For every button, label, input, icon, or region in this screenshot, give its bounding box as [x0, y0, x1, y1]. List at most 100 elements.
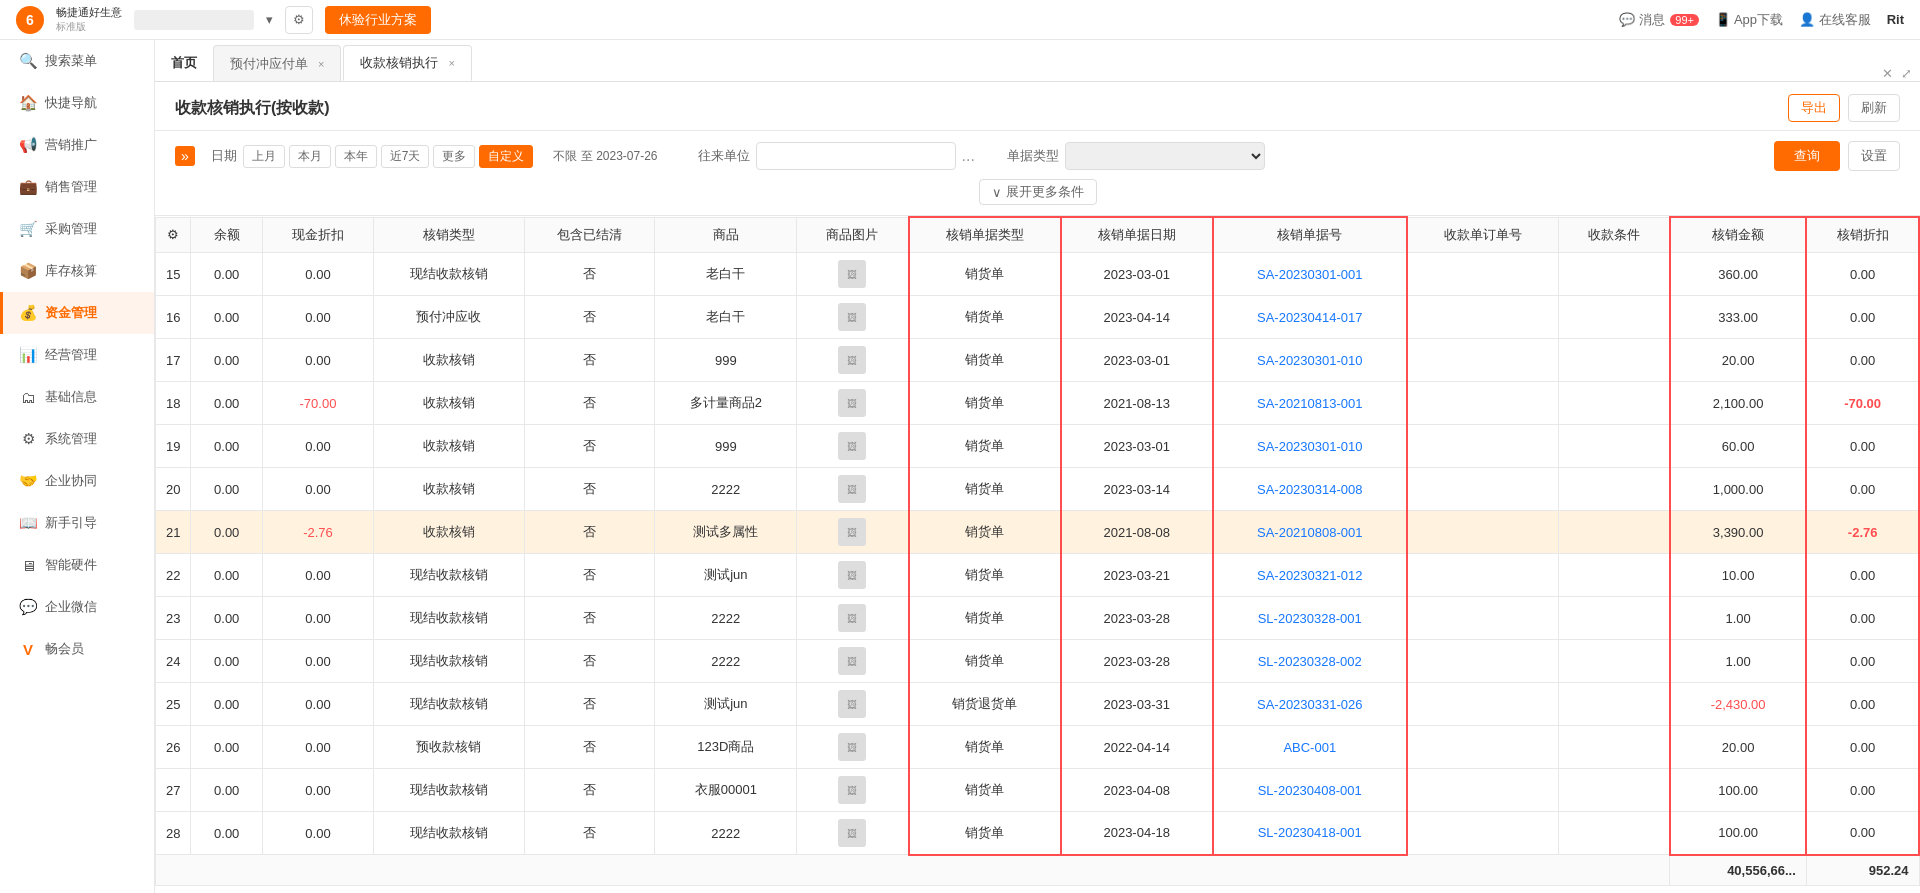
cell-bill-no[interactable]: SA-20230331-026: [1213, 683, 1407, 726]
bill-no-link[interactable]: SA-20230331-026: [1257, 697, 1363, 712]
table-row: 22 0.00 0.00 现结收款核销 否 测试jun 🖼 销货单 2023-0…: [156, 554, 1920, 597]
cell-bill-no[interactable]: SA-20230301-010: [1213, 425, 1407, 468]
expand-more-label: 展开更多条件: [1006, 183, 1084, 201]
sidebar-item-purchase[interactable]: 🛒 采购管理: [0, 208, 154, 250]
expand-more-button[interactable]: ∨ 展开更多条件: [979, 179, 1097, 205]
bill-no-link[interactable]: SA-20230301-001: [1257, 267, 1363, 282]
table-row: 15 0.00 0.00 现结收款核销 否 老白干 🖼 销货单 2023-03-…: [156, 253, 1920, 296]
tab-collection-label: 收款核销执行: [360, 54, 438, 72]
sidebar-item-wechat[interactable]: 💬 企业微信: [0, 586, 154, 628]
bill-no-link[interactable]: SA-20230321-012: [1257, 568, 1363, 583]
product-img: 🖼: [838, 303, 866, 331]
cell-bill-no[interactable]: SL-20230328-002: [1213, 640, 1407, 683]
export-button[interactable]: 导出: [1788, 94, 1840, 122]
tab-collection[interactable]: 收款核销执行 ×: [343, 45, 471, 81]
bill-no-link[interactable]: SA-20230301-010: [1257, 353, 1363, 368]
page-actions: 导出 刷新: [1788, 94, 1900, 122]
bill-no-link[interactable]: ABC-001: [1283, 740, 1336, 755]
tab-expand[interactable]: ⤢: [1901, 66, 1912, 81]
date-custom[interactable]: 自定义: [479, 145, 533, 168]
bill-no-link[interactable]: SL-20230418-001: [1258, 825, 1362, 840]
sidebar-item-enterprise[interactable]: 🤝 企业协同: [0, 460, 154, 502]
sidebar-item-marketing[interactable]: 📢 营销推广: [0, 124, 154, 166]
th-bill-category: 核销单据类型: [909, 217, 1061, 253]
bill-type-label: 单据类型: [1007, 147, 1059, 165]
sidebar-label-basic: 基础信息: [45, 388, 97, 406]
cell-bill-no[interactable]: SA-20230314-008: [1213, 468, 1407, 511]
gear-button[interactable]: ⚙: [285, 6, 313, 34]
sidebar-item-member[interactable]: V 畅会员: [0, 628, 154, 670]
table-row: 27 0.00 0.00 现结收款核销 否 衣服00001 🖼 销货单 2023…: [156, 769, 1920, 812]
cell-product-img: 🖼: [797, 726, 909, 769]
bill-type-select[interactable]: [1065, 142, 1265, 170]
partner-input[interactable]: [756, 142, 956, 170]
cell-bill-category: 销货退货单: [909, 683, 1061, 726]
refresh-button[interactable]: 刷新: [1848, 94, 1900, 122]
tab-prepay-close[interactable]: ×: [318, 58, 324, 70]
tab-collection-close[interactable]: ×: [448, 57, 454, 69]
query-button[interactable]: 查询: [1774, 141, 1840, 171]
sidebar-item-search[interactable]: 🔍 搜索菜单: [0, 40, 154, 82]
bill-no-link[interactable]: SL-20230408-001: [1258, 783, 1362, 798]
settings-button[interactable]: 设置: [1848, 141, 1900, 171]
sidebar-item-quicknav[interactable]: 🏠 快捷导航: [0, 82, 154, 124]
tab-home[interactable]: 首页: [155, 45, 213, 81]
bill-no-link[interactable]: SA-20230414-017: [1257, 310, 1363, 325]
cell-bill-date: 2023-03-21: [1061, 554, 1213, 597]
cell-bill-no[interactable]: SL-20230328-001: [1213, 597, 1407, 640]
sidebar-item-guide[interactable]: 📖 新手引导: [0, 502, 154, 544]
cell-bill-no[interactable]: SL-20230408-001: [1213, 769, 1407, 812]
cell-writeoff-amount: 20.00: [1670, 339, 1806, 382]
cell-bill-no[interactable]: SA-20230301-001: [1213, 253, 1407, 296]
cell-bill-category: 销货单: [909, 425, 1061, 468]
date-range-text: 不限 至 2023-07-26: [553, 148, 657, 165]
sidebar-item-operation[interactable]: 📊 经营管理: [0, 334, 154, 376]
product-img: 🖼: [838, 647, 866, 675]
cell-bill-date: 2023-03-28: [1061, 640, 1213, 683]
cell-bill-no[interactable]: SA-20210808-001: [1213, 511, 1407, 554]
date-7days[interactable]: 近7天: [381, 145, 430, 168]
basic-icon: 🗂: [19, 388, 37, 406]
partner-ellipsis[interactable]: ...: [962, 147, 975, 165]
cell-writeoff-type: 现结收款核销: [374, 253, 525, 296]
online-service[interactable]: 👤 在线客服: [1799, 11, 1871, 29]
sidebar-item-sales[interactable]: 💼 销售管理: [0, 166, 154, 208]
cell-bill-no[interactable]: SA-20230414-017: [1213, 296, 1407, 339]
cell-receipt-order-no: [1407, 640, 1558, 683]
bill-no-link[interactable]: SA-20210808-001: [1257, 525, 1363, 540]
date-more[interactable]: 更多: [433, 145, 475, 168]
user-name[interactable]: Rit: [1887, 12, 1904, 27]
tab-close-all[interactable]: ✕: [1882, 66, 1893, 81]
top-bar-right: 💬 消息 99+ 📱 App下载 👤 在线客服 Rit: [1619, 11, 1904, 29]
cell-writeoff-amount: 1,000.00: [1670, 468, 1806, 511]
bill-no-link[interactable]: SL-20230328-001: [1258, 611, 1362, 626]
bill-no-link[interactable]: SA-20230301-010: [1257, 439, 1363, 454]
sidebar-item-system[interactable]: ⚙ 系统管理: [0, 418, 154, 460]
th-bill-no: 核销单据号: [1213, 217, 1407, 253]
cell-bill-no[interactable]: SA-20230321-012: [1213, 554, 1407, 597]
cell-writeoff-amount: 20.00: [1670, 726, 1806, 769]
solution-button[interactable]: 休验行业方案: [325, 6, 431, 34]
app-download[interactable]: 📱 App下载: [1715, 11, 1783, 29]
cell-bill-no[interactable]: SA-20210813-001: [1213, 382, 1407, 425]
cell-writeoff-discount: 0.00: [1806, 597, 1919, 640]
bill-no-link[interactable]: SL-20230328-002: [1258, 654, 1362, 669]
cell-balance: 0.00: [191, 511, 262, 554]
sidebar-item-hardware[interactable]: 🖥 智能硬件: [0, 544, 154, 586]
cell-bill-no[interactable]: ABC-001: [1213, 726, 1407, 769]
date-prev-month[interactable]: 上月: [243, 145, 285, 168]
date-this-year[interactable]: 本年: [335, 145, 377, 168]
bill-no-link[interactable]: SA-20230314-008: [1257, 482, 1363, 497]
cell-cash-discount: 0.00: [262, 253, 373, 296]
date-this-month[interactable]: 本月: [289, 145, 331, 168]
filter-toggle[interactable]: »: [175, 146, 195, 166]
sidebar-item-basic[interactable]: 🗂 基础信息: [0, 376, 154, 418]
cell-bill-no[interactable]: SL-20230418-001: [1213, 812, 1407, 855]
message-area[interactable]: 💬 消息 99+: [1619, 11, 1699, 29]
sidebar-item-finance[interactable]: 💰 资金管理: [0, 292, 154, 334]
dropdown-arrow[interactable]: ▾: [266, 12, 273, 27]
cell-bill-no[interactable]: SA-20230301-010: [1213, 339, 1407, 382]
tab-prepay[interactable]: 预付冲应付单 ×: [213, 45, 341, 81]
bill-no-link[interactable]: SA-20210813-001: [1257, 396, 1363, 411]
sidebar-item-inventory[interactable]: 📦 库存核算: [0, 250, 154, 292]
